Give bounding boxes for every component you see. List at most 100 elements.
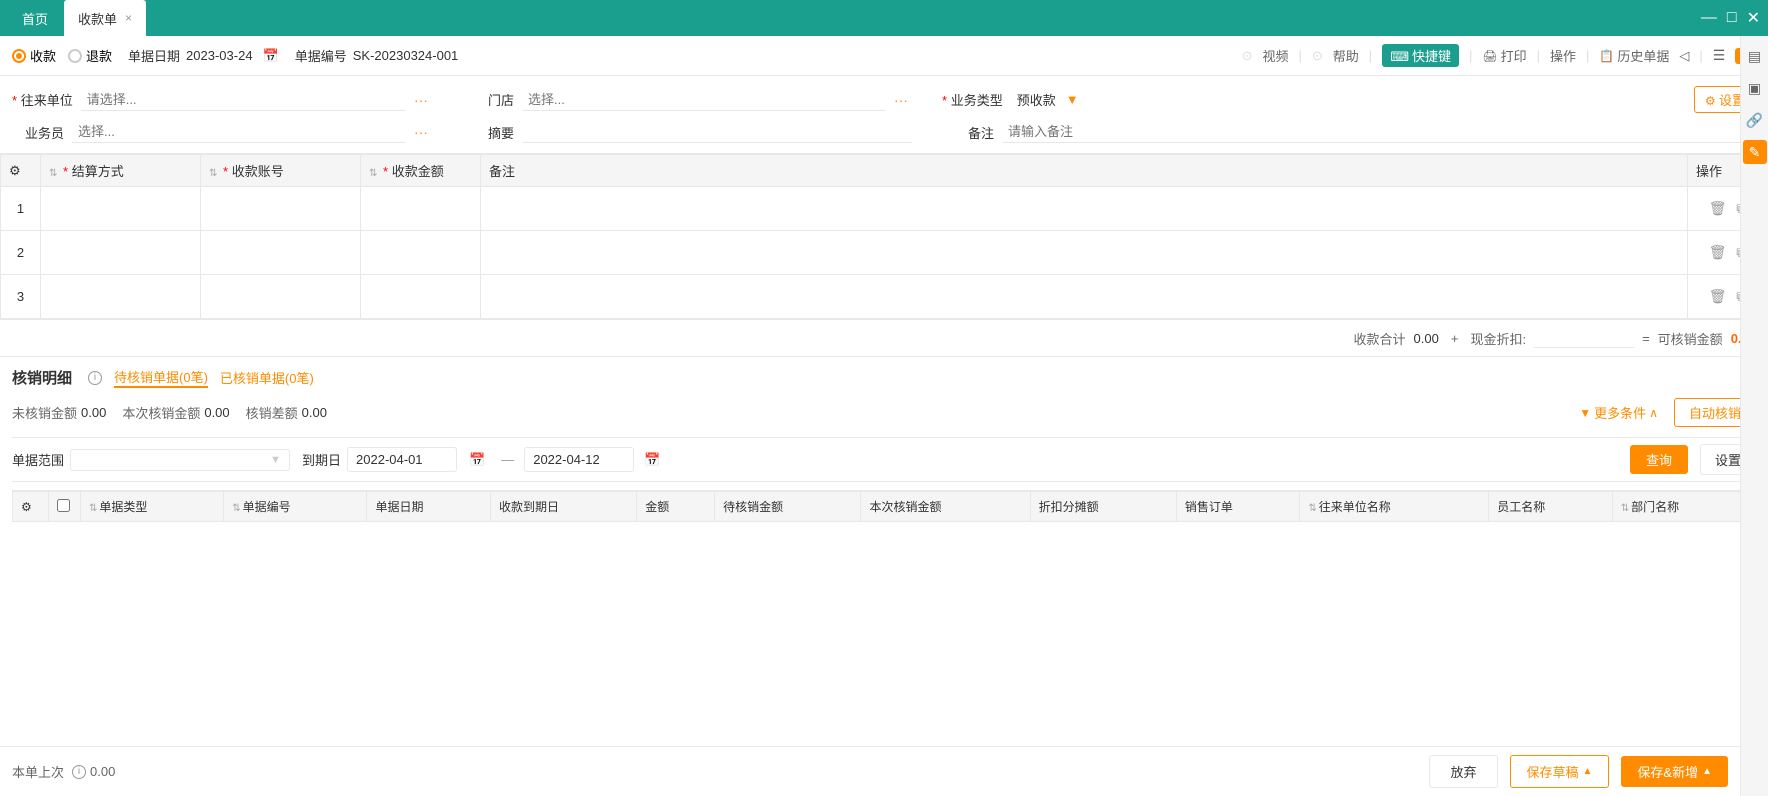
summary-label: 摘要 — [462, 123, 522, 142]
delete-icon-3[interactable]: 🗑 — [1709, 288, 1727, 304]
date-field: 单据日期 2023-03-24 📅 — [128, 46, 279, 65]
range-dropdown-icon: ▼ — [270, 454, 281, 466]
bth-date: 单据日期 — [367, 492, 491, 522]
verify-info-icon[interactable]: i — [88, 371, 102, 385]
cell-settlement-1[interactable] — [41, 187, 201, 231]
tab-label: 收款单 — [78, 9, 117, 28]
action-history[interactable]: 📋 历史单据 — [1599, 46, 1669, 65]
discard-button[interactable]: 放弃 — [1429, 755, 1497, 788]
cell-amount-1[interactable] — [361, 187, 481, 231]
filter-due-label: 到期日 — [302, 450, 341, 469]
cell-account-1[interactable] — [201, 187, 361, 231]
salesperson-field: 业务员 ··· — [12, 121, 432, 143]
filter-date-end[interactable] — [524, 447, 634, 472]
tab-done[interactable]: 已核销单据(0笔) — [220, 368, 314, 387]
window-controls: — □ ✕ — [1701, 8, 1760, 28]
radio-refund[interactable]: 退款 — [68, 46, 112, 65]
filter-range-label: 单据范围 — [12, 450, 64, 469]
toolbar-actions: ⊙ 视频 | ⊙ 帮助 | ⌨快捷键 | 🖨 打印 | 操作 | 📋 历史单据 … — [1242, 44, 1756, 67]
discount-input[interactable] — [1534, 328, 1634, 348]
filter-date-field: 到期日 📅 — 📅 — [302, 447, 660, 472]
prev-value: 0.00 — [90, 764, 115, 779]
cell-remark-1[interactable] — [481, 187, 1688, 231]
select-all-checkbox[interactable] — [57, 499, 70, 512]
sidebar-link-icon[interactable]: 🔗 — [1743, 108, 1767, 132]
save-draft-button[interactable]: 保存草稿 ▲ — [1510, 755, 1610, 788]
sidebar-table-icon[interactable]: ▤ — [1743, 44, 1767, 68]
bth-pending: 待核销金额 — [715, 492, 861, 522]
action-print[interactable]: 🖨 打印 — [1482, 46, 1526, 65]
action-operate[interactable]: 操作 — [1550, 46, 1576, 65]
diff-stat: 核销差额 0.00 — [246, 403, 327, 422]
sidebar-edit-icon[interactable]: ✎ — [1743, 140, 1767, 164]
radio-receipt[interactable]: 收款 — [12, 46, 56, 65]
th-gear[interactable]: ⚙ — [1, 155, 41, 187]
save-new-button[interactable]: 保存&新增 ▲ — [1621, 756, 1728, 787]
counterparty-field: * 往来单位 ··· — [12, 89, 432, 111]
number-field: 单据编号 SK-20230324-001 — [295, 46, 459, 65]
bth-number: ⇅单据编号 — [224, 492, 367, 522]
delete-icon-2[interactable]: 🗑 — [1709, 244, 1727, 260]
cell-remark-2[interactable] — [481, 231, 1688, 275]
remark-field: 备注 — [942, 121, 1756, 143]
prev-info-icon[interactable]: i — [72, 765, 86, 779]
remark-label: 备注 — [942, 123, 1002, 142]
number-value: SK-20230324-001 — [353, 48, 459, 63]
number-label: 单据编号 — [295, 46, 347, 65]
cell-account-3[interactable] — [201, 275, 361, 319]
cell-amount-2[interactable] — [361, 231, 481, 275]
salesperson-more-icon[interactable]: ··· — [410, 124, 432, 140]
th-amount: ⇅ * 收款金额 — [361, 155, 481, 187]
layout-icon[interactable]: ☰ — [1713, 47, 1726, 64]
bth-counterparty: ⇅往来单位名称 — [1300, 492, 1489, 522]
nav-tab-receipt[interactable]: 收款单 × — [64, 0, 146, 36]
counterparty-input[interactable] — [81, 89, 406, 111]
store-more-icon[interactable]: ··· — [890, 92, 912, 108]
cell-amount-3[interactable] — [361, 275, 481, 319]
tab-pending[interactable]: 待核销单据(0笔) — [114, 367, 208, 388]
biztype-dropdown-icon[interactable]: ▼ — [1066, 92, 1079, 107]
delete-icon-1[interactable]: 🗑 — [1709, 200, 1727, 216]
bth-type: ⇅单据类型 — [81, 492, 224, 522]
window-max-icon[interactable]: □ — [1727, 9, 1737, 27]
bth-checkbox[interactable] — [49, 492, 81, 522]
store-input[interactable] — [522, 89, 886, 111]
nav-prev-icon[interactable]: ◁ — [1679, 48, 1689, 64]
summary-input[interactable] — [522, 121, 912, 143]
row-num-2: 2 — [1, 231, 41, 275]
window-close-icon[interactable]: ✕ — [1747, 8, 1760, 28]
total-label: 收款合计 — [1354, 329, 1406, 348]
discount-label: 现金折扣: — [1470, 329, 1526, 348]
date-label: 单据日期 — [128, 46, 180, 65]
remark-input[interactable] — [1002, 121, 1756, 143]
window-min-icon[interactable]: — — [1701, 9, 1717, 27]
verify-header: 核销明细 i 待核销单据(0笔) 已核销单据(0笔) — [12, 367, 1756, 388]
action-shortcut[interactable]: ⌨快捷键 — [1382, 44, 1459, 67]
sidebar-grid-icon[interactable]: ▣ — [1743, 76, 1767, 100]
save-new-chevron: ▲ — [1702, 766, 1712, 777]
bth-gear[interactable]: ⚙ — [13, 492, 49, 522]
filter-date-start[interactable] — [347, 447, 457, 472]
cell-account-2[interactable] — [201, 231, 361, 275]
filter-range-select[interactable]: ▼ — [70, 449, 290, 471]
counterparty-more-icon[interactable]: ··· — [410, 92, 432, 108]
calendar-icon[interactable]: 📅 — [263, 48, 279, 64]
biztype-value: 预收款 — [1011, 87, 1062, 112]
cell-settlement-3[interactable] — [41, 275, 201, 319]
more-conditions-link[interactable]: ▼ 更多条件 ∧ — [1579, 403, 1658, 422]
counterparty-label: * 往来单位 — [12, 90, 81, 109]
verify-title: 核销明细 — [12, 367, 72, 388]
salesperson-input[interactable] — [72, 121, 406, 143]
cell-remark-3[interactable] — [481, 275, 1688, 319]
tab-close-icon[interactable]: × — [125, 11, 132, 25]
footer: 本单上次 i 0.00 放弃 保存草稿 ▲ 保存&新增 ▲ — [0, 746, 1740, 796]
nav-home[interactable]: 首页 — [8, 0, 62, 36]
row-num-3: 3 — [1, 275, 41, 319]
bottom-table: ⚙ ⇅单据类型 ⇅单据编号 单据日期 收款到期日 金额 待核销 — [12, 491, 1756, 522]
action-help[interactable]: 帮助 — [1333, 46, 1359, 65]
date-end-calendar-icon[interactable]: 📅 — [644, 452, 660, 468]
total-value: 0.00 — [1414, 331, 1439, 346]
query-button[interactable]: 查询 — [1630, 445, 1688, 474]
action-video[interactable]: 视频 — [1262, 46, 1288, 65]
cell-settlement-2[interactable] — [41, 231, 201, 275]
